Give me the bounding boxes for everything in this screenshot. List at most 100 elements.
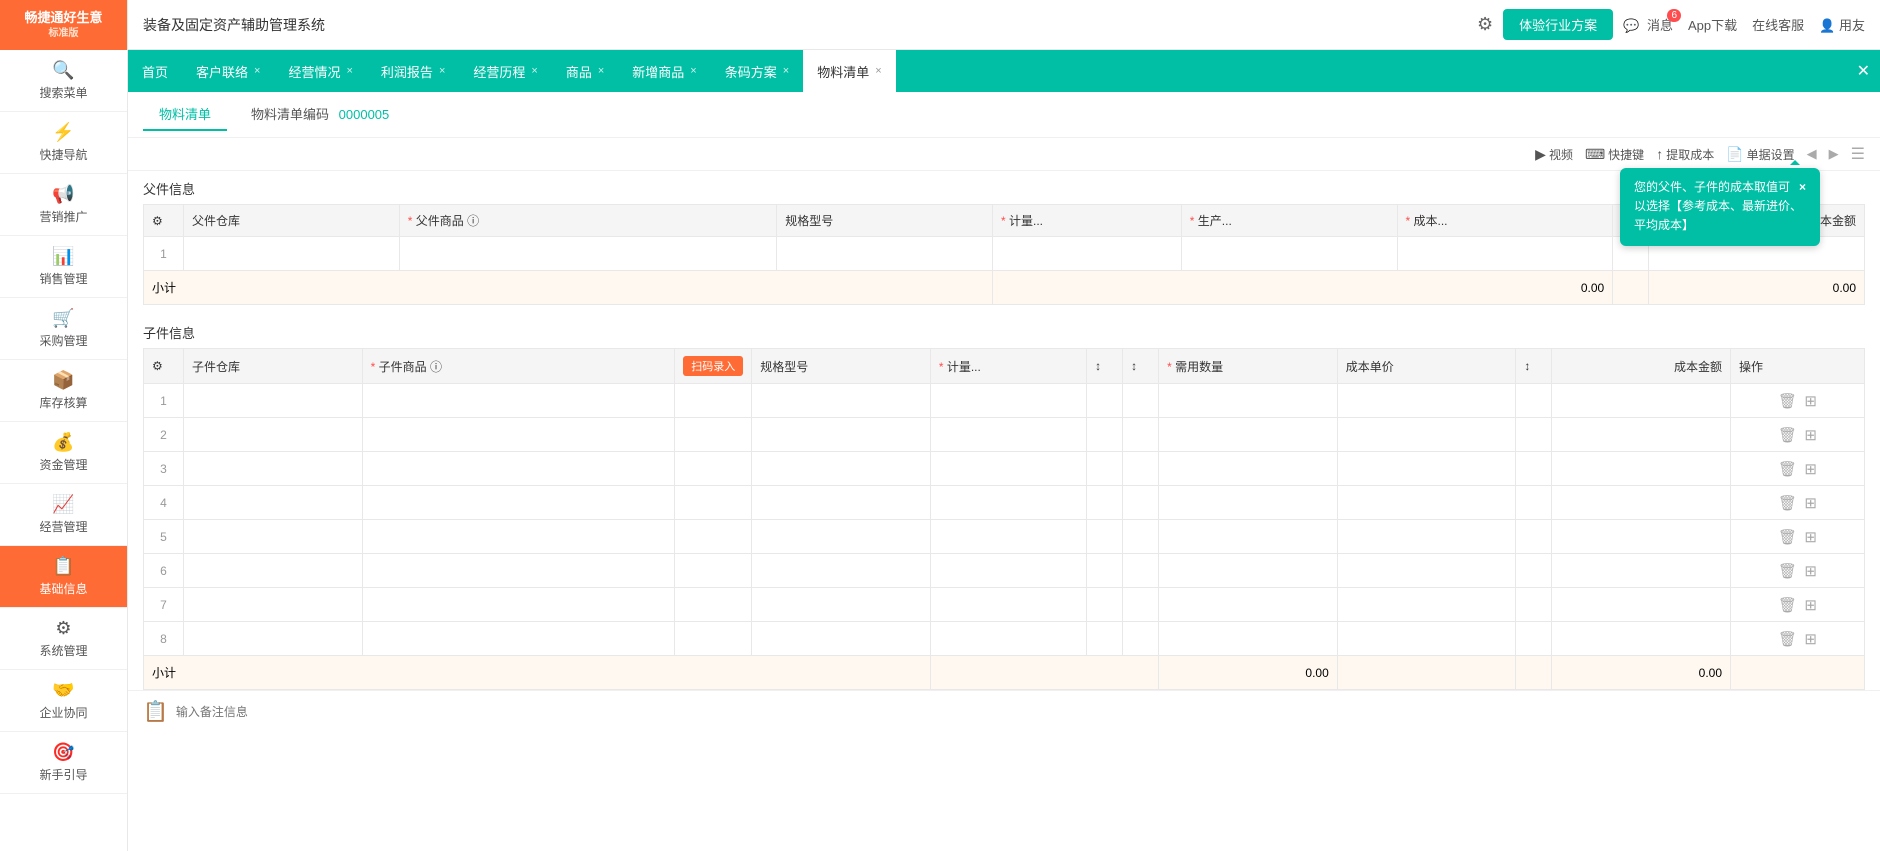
close-barcode-tab[interactable]: × bbox=[783, 65, 789, 77]
settings-icon[interactable]: ⚙ bbox=[1477, 14, 1493, 35]
extract-cost-btn[interactable]: ↑ 提取成本 bbox=[1656, 146, 1714, 163]
trial-button[interactable]: 体验行业方案 bbox=[1503, 9, 1613, 40]
shortcut-btn[interactable]: ⌨ 快捷键 bbox=[1585, 146, 1644, 163]
child-row-6-needed[interactable] bbox=[1159, 554, 1338, 588]
child-row-1-warehouse[interactable] bbox=[184, 384, 363, 418]
online-service-link[interactable]: 在线客服 bbox=[1752, 15, 1804, 34]
child-row-6-spec[interactable] bbox=[752, 554, 931, 588]
sidebar-item-sales[interactable]: 📊 销售管理 bbox=[0, 236, 127, 298]
subtab-bom-code[interactable]: 物料清单编码 0000005 bbox=[235, 98, 405, 131]
child-row-3-needed[interactable] bbox=[1159, 452, 1338, 486]
close-history-tab[interactable]: × bbox=[531, 65, 537, 77]
delete-row-7-icon[interactable]: 🗑 bbox=[1778, 597, 1797, 614]
child-row-5-product[interactable] bbox=[362, 520, 675, 554]
child-row-5-warehouse[interactable] bbox=[184, 520, 363, 554]
delete-row-1-icon[interactable]: 🗑 bbox=[1778, 393, 1797, 410]
copy-row-5-icon[interactable]: ⊞ bbox=[1804, 529, 1817, 546]
sidebar-item-newbie[interactable]: 🎯 新手引导 bbox=[0, 732, 127, 794]
child-row-3-spec[interactable] bbox=[752, 452, 931, 486]
parent-row-1-warehouse[interactable] bbox=[184, 237, 400, 271]
copy-row-2-icon[interactable]: ⊞ bbox=[1804, 427, 1817, 444]
child-row-1-spec[interactable] bbox=[752, 384, 931, 418]
child-row-7-product[interactable] bbox=[362, 588, 675, 622]
child-row-3-unit[interactable] bbox=[930, 452, 1086, 486]
sidebar-item-basic-info[interactable]: 📋 基础信息 bbox=[0, 546, 127, 608]
delete-row-3-icon[interactable]: 🗑 bbox=[1778, 461, 1797, 478]
close-operations-tab[interactable]: × bbox=[346, 65, 352, 77]
tab-operations[interactable]: 经营情况 × bbox=[274, 50, 366, 92]
child-row-1-product[interactable] bbox=[362, 384, 675, 418]
child-row-5-unit[interactable] bbox=[930, 520, 1086, 554]
child-row-3-warehouse[interactable] bbox=[184, 452, 363, 486]
copy-row-8-icon[interactable]: ⊞ bbox=[1804, 631, 1817, 648]
child-row-4-spec[interactable] bbox=[752, 486, 931, 520]
child-row-1-unit[interactable] bbox=[930, 384, 1086, 418]
parent-row-1-spec[interactable] bbox=[777, 237, 993, 271]
sidebar-item-inventory[interactable]: 📦 库存核算 bbox=[0, 360, 127, 422]
user-avatar[interactable]: 👤 用友 bbox=[1819, 15, 1865, 34]
child-row-7-needed[interactable] bbox=[1159, 588, 1338, 622]
child-row-5-needed[interactable] bbox=[1159, 520, 1338, 554]
child-row-6-product[interactable] bbox=[362, 554, 675, 588]
child-row-7-spec[interactable] bbox=[752, 588, 931, 622]
child-row-2-product[interactable] bbox=[362, 418, 675, 452]
parent-row-1-unit[interactable] bbox=[993, 237, 1182, 271]
tooltip-close-btn[interactable]: × bbox=[1799, 178, 1806, 197]
close-profit-tab[interactable]: × bbox=[439, 65, 445, 77]
child-row-5-spec[interactable] bbox=[752, 520, 931, 554]
child-row-8-spec[interactable] bbox=[752, 622, 931, 656]
copy-row-3-icon[interactable]: ⊞ bbox=[1804, 461, 1817, 478]
close-goods-tab[interactable]: × bbox=[598, 65, 604, 77]
nav-prev-icon[interactable]: ◀ bbox=[1807, 146, 1817, 162]
message-icon-wrap[interactable]: 💬 6 消息 bbox=[1623, 15, 1673, 34]
copy-row-6-icon[interactable]: ⊞ bbox=[1804, 563, 1817, 580]
parent-row-1-production[interactable] bbox=[1181, 237, 1397, 271]
delete-row-2-icon[interactable]: 🗑 bbox=[1778, 427, 1797, 444]
scan-input-btn[interactable]: 扫码录入 bbox=[683, 356, 743, 376]
tab-home[interactable]: 首页 bbox=[128, 50, 182, 92]
sidebar-item-finance[interactable]: 💰 资金管理 bbox=[0, 422, 127, 484]
child-row-7-warehouse[interactable] bbox=[184, 588, 363, 622]
sidebar-item-search[interactable]: 🔍 搜索菜单 bbox=[0, 50, 127, 112]
delete-row-6-icon[interactable]: 🗑 bbox=[1778, 563, 1797, 580]
child-row-3-product[interactable] bbox=[362, 452, 675, 486]
child-row-8-product[interactable] bbox=[362, 622, 675, 656]
tab-profit[interactable]: 利润报告 × bbox=[367, 50, 459, 92]
copy-row-4-icon[interactable]: ⊞ bbox=[1804, 495, 1817, 512]
view-btn[interactable]: ▶ 视频 bbox=[1535, 146, 1573, 163]
child-row-8-warehouse[interactable] bbox=[184, 622, 363, 656]
app-download-link[interactable]: App下载 bbox=[1688, 15, 1737, 34]
child-row-2-needed[interactable] bbox=[1159, 418, 1338, 452]
child-row-4-unit[interactable] bbox=[930, 486, 1086, 520]
child-row-4-product[interactable] bbox=[362, 486, 675, 520]
close-all-tabs[interactable]: ✕ bbox=[1857, 61, 1870, 81]
tab-bom[interactable]: 物料清单 × bbox=[803, 50, 895, 92]
subtab-bom-list[interactable]: 物料清单 bbox=[143, 98, 227, 131]
child-row-6-unit[interactable] bbox=[930, 554, 1086, 588]
delete-row-5-icon[interactable]: 🗑 bbox=[1778, 529, 1797, 546]
child-row-2-unit[interactable] bbox=[930, 418, 1086, 452]
close-bom-tab[interactable]: × bbox=[875, 65, 881, 77]
sidebar-item-operations[interactable]: 📈 经营管理 bbox=[0, 484, 127, 546]
sidebar-item-enterprise[interactable]: 🤝 企业协同 bbox=[0, 670, 127, 732]
sidebar-item-marketing[interactable]: 📢 营销推广 bbox=[0, 174, 127, 236]
nav-next-icon[interactable]: ▶ bbox=[1829, 146, 1839, 162]
child-row-1-needed[interactable] bbox=[1159, 384, 1338, 418]
single-setting-btn[interactable]: 📄 单据设置 bbox=[1726, 146, 1794, 163]
grid-view-icon[interactable]: ☰ bbox=[1851, 144, 1865, 164]
child-row-2-warehouse[interactable] bbox=[184, 418, 363, 452]
delete-row-8-icon[interactable]: 🗑 bbox=[1778, 631, 1797, 648]
tab-goods[interactable]: 商品 × bbox=[552, 50, 618, 92]
child-row-6-warehouse[interactable] bbox=[184, 554, 363, 588]
tab-barcode[interactable]: 条码方案 × bbox=[711, 50, 803, 92]
close-add-goods-tab[interactable]: × bbox=[690, 65, 696, 77]
child-row-8-needed[interactable] bbox=[1159, 622, 1338, 656]
tab-history[interactable]: 经营历程 × bbox=[459, 50, 551, 92]
sidebar-item-purchase[interactable]: 🛒 采购管理 bbox=[0, 298, 127, 360]
child-row-2-spec[interactable] bbox=[752, 418, 931, 452]
remark-input[interactable] bbox=[176, 705, 1865, 719]
child-row-4-warehouse[interactable] bbox=[184, 486, 363, 520]
child-row-8-unit[interactable] bbox=[930, 622, 1086, 656]
parent-row-1-product[interactable] bbox=[399, 237, 777, 271]
delete-row-4-icon[interactable]: 🗑 bbox=[1778, 495, 1797, 512]
